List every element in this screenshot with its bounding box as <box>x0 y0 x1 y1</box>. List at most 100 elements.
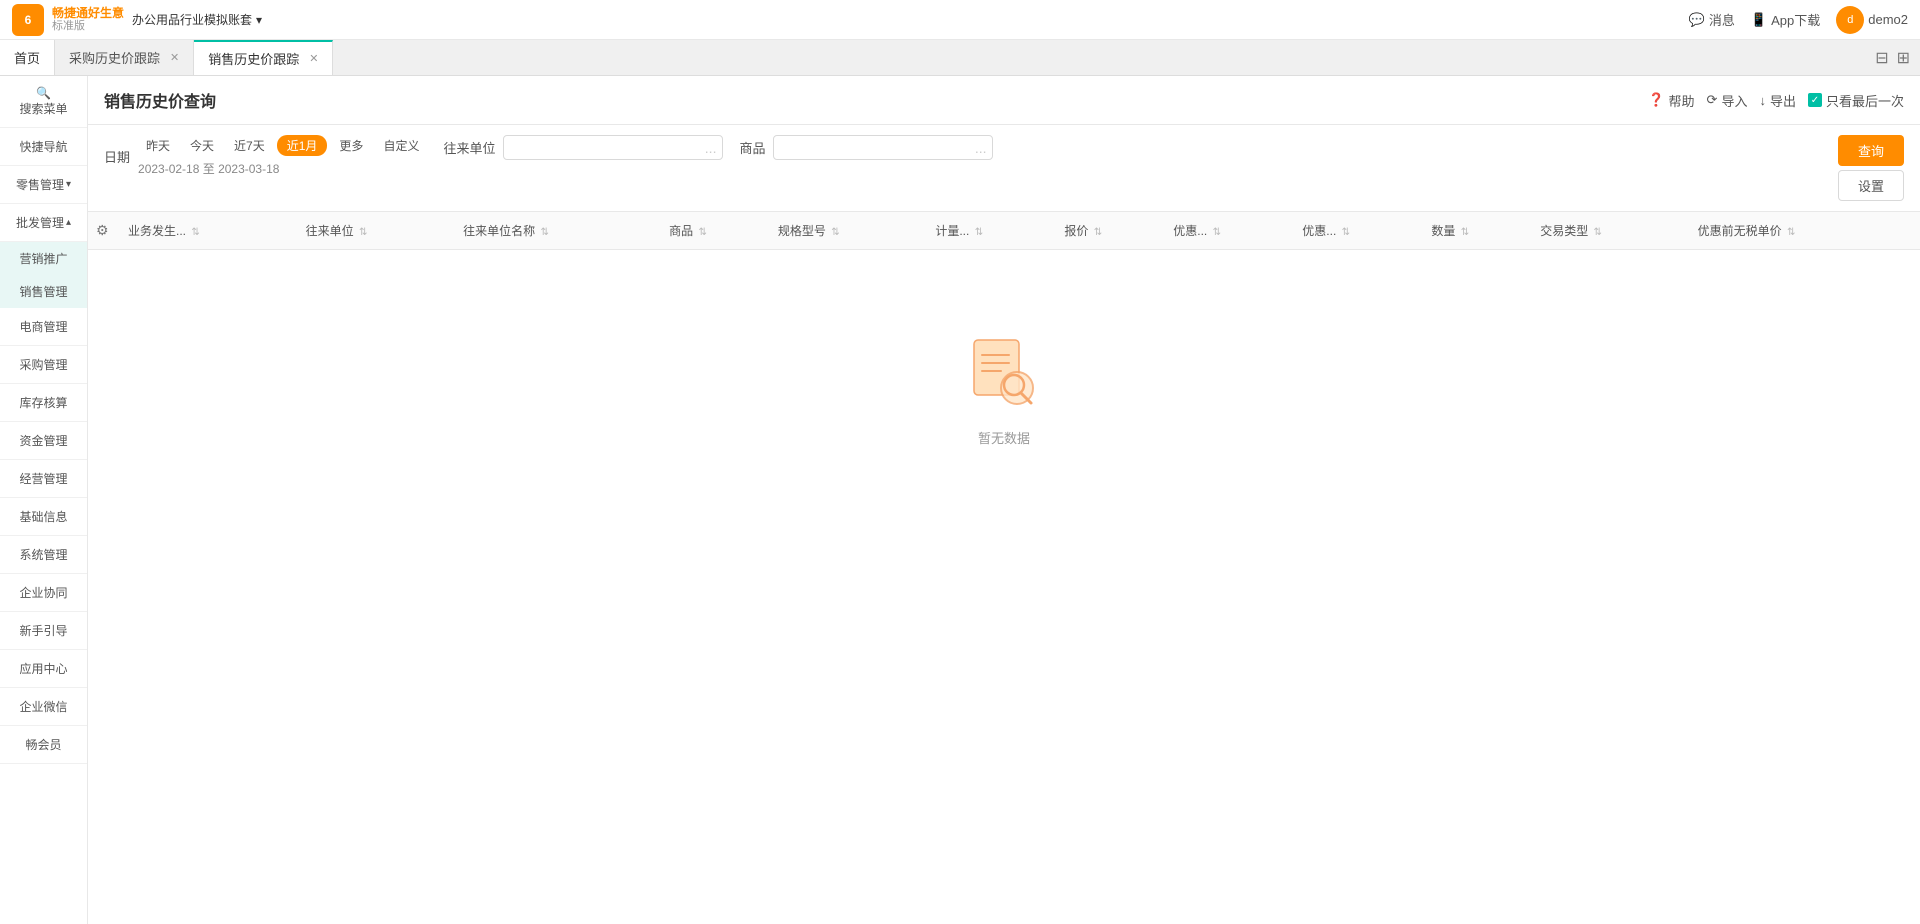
goods-dots[interactable]: ... <box>969 140 993 156</box>
sidebar-item-wholesale[interactable]: 批发管理 ▴ <box>0 204 87 242</box>
date-btn-7days[interactable]: 近7天 <box>226 135 273 156</box>
app-logo: 6 <box>12 4 44 36</box>
sidebar-item-ecommerce[interactable]: 电商管理 <box>0 308 87 346</box>
col-partner-code[interactable]: 往来单位 ⇅ <box>298 212 455 250</box>
date-btn-custom[interactable]: 自定义 <box>375 135 427 156</box>
table-container: ⚙ 业务发生... ⇅ 往来单位 ⇅ 往来单位名称 ⇅ <box>88 212 1920 924</box>
tab-maximize-btn[interactable]: ⊞ <box>1897 48 1910 68</box>
sidebar-item-quick-nav[interactable]: 快捷导航 <box>0 128 87 166</box>
sidebar-item-search-menu[interactable]: 🔍 搜索菜单 <box>0 76 87 128</box>
tab-sales[interactable]: 销售历史价跟踪 ✕ <box>194 40 333 75</box>
goods-filter-group: 商品 ... <box>739 135 993 160</box>
avatar: d <box>1836 6 1864 34</box>
col-trade-type[interactable]: 交易类型 ⇅ <box>1532 212 1689 250</box>
tab-purchase[interactable]: 采购历史价跟踪 ✕ <box>55 40 194 75</box>
filter-area: 日期 昨天 今天 近7天 近1月 更多 自定义 2023-02-18 至 202… <box>88 125 1920 212</box>
sidebar-item-purchase[interactable]: 采购管理 <box>0 346 87 384</box>
main-layout: 🔍 搜索菜单 快捷导航 零售管理 ▾ 批发管理 ▴ 营销推广 销售管理 <box>0 76 1920 924</box>
sidebar-item-app-center[interactable]: 应用中心 <box>0 650 87 688</box>
checkbox-icon: ✓ <box>1808 93 1822 107</box>
sort-icon-business-date: ⇅ <box>191 227 199 238</box>
query-button[interactable]: 查询 <box>1838 135 1904 166</box>
message-btn[interactable]: 💬 消息 <box>1689 10 1735 29</box>
gear-icon[interactable]: ⚙ <box>96 222 109 238</box>
sidebar-item-sales-mgmt[interactable]: 销售管理 <box>0 275 87 308</box>
table-header-row: ⚙ 业务发生... ⇅ 往来单位 ⇅ 往来单位名称 ⇅ <box>88 212 1920 250</box>
workspace-selector[interactable]: 办公用品行业模拟账套 ▾ <box>132 11 262 28</box>
chevron-up-icon: ▴ <box>66 217 71 228</box>
partner-dots[interactable]: ... <box>699 140 723 156</box>
sidebar-item-enterprise[interactable]: 企业协同 <box>0 574 87 612</box>
only-last-checkbox[interactable]: ✓ 只看最后一次 <box>1808 91 1904 110</box>
sort-icon-unit: ⇅ <box>975 227 983 238</box>
tab-purchase-close[interactable]: ✕ <box>170 51 179 64</box>
col-discount1[interactable]: 优惠... ⇅ <box>1165 212 1294 250</box>
import-btn[interactable]: ⟳ 导入 <box>1707 91 1748 110</box>
sort-icon-partner-code: ⇅ <box>359 227 367 238</box>
date-filter-group: 日期 昨天 今天 近7天 近1月 更多 自定义 2023-02-18 至 202… <box>104 135 427 177</box>
sidebar-item-wechat[interactable]: 企业微信 <box>0 688 87 726</box>
sidebar-item-inventory[interactable]: 库存核算 <box>0 384 87 422</box>
empty-illustration <box>959 330 1049 420</box>
sidebar-item-marketing[interactable]: 营销推广 <box>0 242 87 275</box>
tab-sales-close[interactable]: ✕ <box>309 52 318 65</box>
date-label: 日期 <box>104 147 130 166</box>
partner-input[interactable] <box>504 136 698 159</box>
empty-svg <box>959 330 1049 420</box>
tab-spacer <box>333 40 1865 75</box>
app-download-icon: 📱 <box>1751 12 1767 28</box>
sidebar-item-basic-info[interactable]: 基础信息 <box>0 498 87 536</box>
tab-home[interactable]: 首页 <box>0 40 55 75</box>
date-btn-yesterday[interactable]: 昨天 <box>138 135 178 156</box>
sort-icon-trade-type: ⇅ <box>1594 227 1602 238</box>
col-spec[interactable]: 规格型号 ⇅ <box>770 212 927 250</box>
col-pretax-price[interactable]: 优惠前无税单价 ⇅ <box>1690 212 1920 250</box>
help-icon: ❓ <box>1648 92 1664 108</box>
export-label: 导出 <box>1770 91 1796 110</box>
sort-icon-pretax-price: ⇅ <box>1787 227 1795 238</box>
import-icon: ⟳ <box>1707 92 1718 108</box>
date-range-text: 2023-02-18 至 2023-03-18 <box>138 160 427 177</box>
sort-icon-price: ⇅ <box>1094 227 1102 238</box>
only-last-label: 只看最后一次 <box>1826 91 1904 110</box>
help-label: 帮助 <box>1669 91 1695 110</box>
col-quantity[interactable]: 数量 ⇅ <box>1423 212 1532 250</box>
message-icon: 💬 <box>1689 12 1705 28</box>
date-btn-today[interactable]: 今天 <box>182 135 222 156</box>
settings-button[interactable]: 设置 <box>1838 170 1904 201</box>
sidebar-item-operations[interactable]: 经营管理 <box>0 460 87 498</box>
col-settings[interactable]: ⚙ <box>88 212 120 250</box>
date-options: 昨天 今天 近7天 近1月 更多 自定义 <box>138 135 427 156</box>
col-business-date[interactable]: 业务发生... ⇅ <box>120 212 298 250</box>
goods-input[interactable] <box>774 136 968 159</box>
export-icon: ↓ <box>1759 93 1766 108</box>
tab-minimize-btn[interactable]: ⊟ <box>1875 48 1888 68</box>
sort-icon-goods: ⇅ <box>698 227 706 238</box>
app-download-btn[interactable]: 📱 App下载 <box>1751 10 1820 29</box>
export-btn[interactable]: ↓ 导出 <box>1759 91 1796 110</box>
sidebar-item-guide[interactable]: 新手引导 <box>0 612 87 650</box>
page-actions: ❓ 帮助 ⟳ 导入 ↓ 导出 ✓ 只看最后一次 <box>1648 91 1904 110</box>
sort-icon-discount2: ⇅ <box>1342 227 1350 238</box>
col-price[interactable]: 报价 ⇅ <box>1056 212 1165 250</box>
col-unit[interactable]: 计量... ⇅ <box>927 212 1056 250</box>
sidebar-item-member[interactable]: 畅会员 <box>0 726 87 764</box>
help-btn[interactable]: ❓ 帮助 <box>1648 91 1694 110</box>
sidebar-item-retail[interactable]: 零售管理 ▾ <box>0 166 87 204</box>
date-btn-1month[interactable]: 近1月 <box>277 135 328 156</box>
workspace-title: 办公用品行业模拟账套 <box>132 11 252 28</box>
sidebar-item-system[interactable]: 系统管理 <box>0 536 87 574</box>
date-btn-more[interactable]: 更多 <box>331 135 371 156</box>
col-goods[interactable]: 商品 ⇅ <box>661 212 770 250</box>
sidebar-item-finance[interactable]: 资金管理 <box>0 422 87 460</box>
topbar: 6 畅捷通好生意 标准版 办公用品行业模拟账套 ▾ 💬 消息 📱 App下载 d… <box>0 0 1920 40</box>
sort-icon-partner-name: ⇅ <box>540 227 548 238</box>
col-discount2[interactable]: 优惠... ⇅ <box>1294 212 1423 250</box>
app-download-label: App下载 <box>1771 10 1820 29</box>
partner-label: 往来单位 <box>443 138 495 157</box>
col-partner-name[interactable]: 往来单位名称 ⇅ <box>455 212 661 250</box>
brand-name: 畅捷通好生意 <box>52 6 124 20</box>
tabbar: 首页 采购历史价跟踪 ✕ 销售历史价跟踪 ✕ ⊟ ⊞ <box>0 40 1920 76</box>
user-profile[interactable]: d demo2 <box>1836 6 1908 34</box>
tab-sales-label: 销售历史价跟踪 <box>208 49 299 68</box>
